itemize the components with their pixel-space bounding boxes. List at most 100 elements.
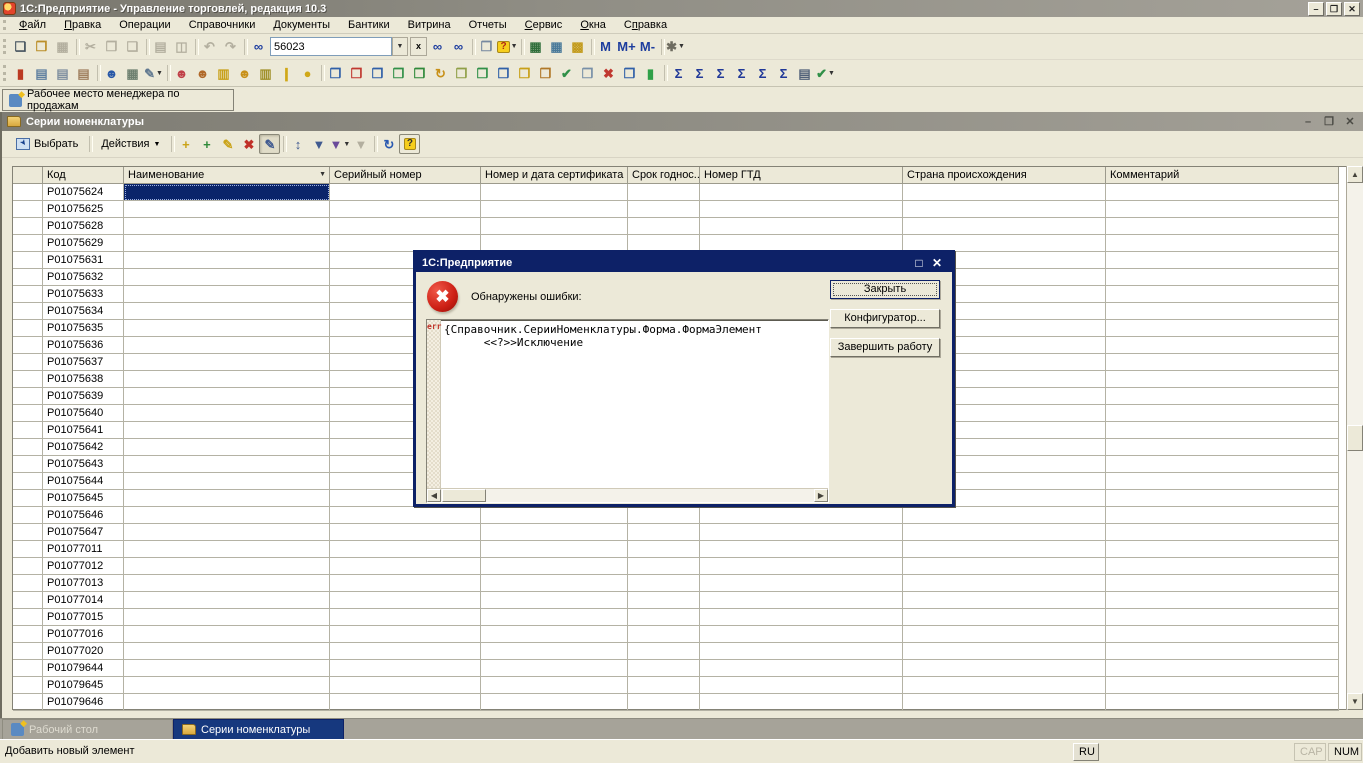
table-row[interactable]: P01077015 bbox=[13, 609, 1355, 626]
empty-cell[interactable] bbox=[330, 677, 481, 694]
menu-справка[interactable]: Справка bbox=[615, 17, 676, 33]
empty-cell[interactable] bbox=[1106, 626, 1339, 643]
code-cell[interactable]: P01075636 bbox=[43, 337, 124, 354]
code-cell[interactable]: P01075625 bbox=[43, 201, 124, 218]
empty-cell[interactable] bbox=[124, 303, 330, 320]
empty-cell[interactable] bbox=[628, 694, 700, 711]
coins-icon[interactable]: ● bbox=[297, 63, 318, 83]
empty-cell[interactable] bbox=[124, 337, 330, 354]
code-cell[interactable]: P01075646 bbox=[43, 507, 124, 524]
empty-cell[interactable] bbox=[330, 575, 481, 592]
item-dash-icon[interactable] bbox=[13, 405, 43, 422]
empty-cell[interactable] bbox=[903, 575, 1106, 592]
minimize-button[interactable]: – bbox=[1308, 1, 1324, 16]
empty-cell[interactable] bbox=[481, 609, 628, 626]
empty-cell[interactable] bbox=[903, 660, 1106, 677]
empty-cell[interactable] bbox=[124, 575, 330, 592]
code-cell[interactable]: P01075631 bbox=[43, 252, 124, 269]
empty-cell[interactable] bbox=[124, 592, 330, 609]
filter-settings-icon[interactable]: ▼ ▼ bbox=[329, 134, 351, 154]
memory-m-icon[interactable]: M bbox=[595, 37, 616, 57]
empty-cell[interactable] bbox=[330, 592, 481, 609]
error-text[interactable]: {Справочник.СерииНоменклатуры.Форма.Форм… bbox=[441, 320, 828, 488]
bank-coins-icon[interactable]: ▥ bbox=[255, 63, 276, 83]
item-dash-icon[interactable] bbox=[13, 626, 43, 643]
empty-cell[interactable] bbox=[700, 660, 903, 677]
empty-cell[interactable] bbox=[1106, 388, 1339, 405]
doc-add-icon[interactable]: ❒ bbox=[514, 63, 535, 83]
empty-cell[interactable] bbox=[124, 541, 330, 558]
filter-by-value-icon[interactable]: ▼ bbox=[308, 134, 329, 154]
empty-cell[interactable] bbox=[903, 184, 1106, 201]
empty-cell[interactable] bbox=[330, 541, 481, 558]
invoice-out-icon[interactable]: ❒ bbox=[346, 63, 367, 83]
item-dash-icon[interactable] bbox=[13, 558, 43, 575]
save-icon[interactable]: ▦ bbox=[52, 37, 73, 57]
window-tab-desktop[interactable]: Рабочий стол bbox=[2, 718, 173, 739]
code-cell[interactable]: P01075644 bbox=[43, 473, 124, 490]
dialog-button-close[interactable]: Закрыть bbox=[830, 280, 940, 299]
empty-cell[interactable] bbox=[124, 524, 330, 541]
item-dash-icon[interactable] bbox=[13, 252, 43, 269]
empty-cell[interactable] bbox=[330, 507, 481, 524]
menu-правка[interactable]: Правка bbox=[55, 17, 110, 33]
find-next-icon[interactable]: ∞ bbox=[427, 37, 448, 57]
print-preview-icon[interactable]: ◫ bbox=[171, 37, 192, 57]
table-row[interactable]: P01075647 bbox=[13, 524, 1355, 541]
empty-cell[interactable] bbox=[481, 201, 628, 218]
doc-cancel-icon[interactable]: ✖ bbox=[598, 63, 619, 83]
edit-item-icon[interactable]: ✎ bbox=[217, 134, 238, 154]
code-cell[interactable]: P01077012 bbox=[43, 558, 124, 575]
empty-cell[interactable] bbox=[124, 235, 330, 252]
close-button[interactable]: ✕ bbox=[1344, 1, 1360, 16]
empty-cell[interactable] bbox=[124, 507, 330, 524]
empty-cell[interactable] bbox=[124, 456, 330, 473]
item-dash-icon[interactable] bbox=[13, 609, 43, 626]
tab-sales-manager-workplace[interactable]: Рабочее место менеджера по продажам bbox=[2, 88, 234, 112]
empty-cell[interactable] bbox=[700, 218, 903, 235]
empty-cell[interactable] bbox=[124, 388, 330, 405]
print-icon[interactable]: ▤ bbox=[150, 37, 171, 57]
item-dash-icon[interactable] bbox=[13, 456, 43, 473]
empty-cell[interactable] bbox=[481, 524, 628, 541]
item-dash-icon[interactable] bbox=[13, 337, 43, 354]
empty-cell[interactable] bbox=[330, 643, 481, 660]
empty-cell[interactable] bbox=[700, 524, 903, 541]
code-cell[interactable]: P01075645 bbox=[43, 490, 124, 507]
language-indicator[interactable]: RU bbox=[1073, 742, 1099, 761]
empty-cell[interactable] bbox=[330, 524, 481, 541]
dialog-button-terminate[interactable]: Завершить работу bbox=[830, 338, 940, 357]
lock-icon[interactable]: ▩ bbox=[567, 37, 588, 57]
empty-cell[interactable] bbox=[124, 320, 330, 337]
empty-cell[interactable] bbox=[700, 184, 903, 201]
report-money-icon[interactable]: Σ bbox=[773, 63, 794, 83]
receipt-return-icon[interactable]: ❒ bbox=[409, 63, 430, 83]
column-header[interactable]: Серийный номер bbox=[330, 167, 481, 184]
empty-cell[interactable] bbox=[1106, 201, 1339, 218]
order-customer-icon[interactable]: ❒ bbox=[325, 63, 346, 83]
report-flag-icon[interactable]: Σ bbox=[731, 63, 752, 83]
empty-cell[interactable] bbox=[1106, 456, 1339, 473]
item-dash-icon[interactable] bbox=[13, 643, 43, 660]
empty-cell[interactable] bbox=[330, 660, 481, 677]
doc-person-icon[interactable]: ❒ bbox=[619, 63, 640, 83]
menu-файл[interactable]: Файл bbox=[10, 17, 55, 33]
code-cell[interactable]: P01077015 bbox=[43, 609, 124, 626]
empty-cell[interactable] bbox=[903, 592, 1106, 609]
empty-cell[interactable] bbox=[124, 371, 330, 388]
empty-cell[interactable] bbox=[481, 218, 628, 235]
code-cell[interactable]: P01075643 bbox=[43, 456, 124, 473]
empty-cell[interactable] bbox=[124, 218, 330, 235]
customer-icon[interactable]: ☻ bbox=[171, 63, 192, 83]
menu-отчеты[interactable]: Отчеты bbox=[460, 17, 516, 33]
calculator-icon[interactable]: ▦ bbox=[525, 37, 546, 57]
doc-coins-icon[interactable]: ❒ bbox=[577, 63, 598, 83]
menu-документы[interactable]: Документы bbox=[264, 17, 339, 33]
empty-cell[interactable] bbox=[1106, 490, 1339, 507]
code-cell[interactable]: P01079646 bbox=[43, 694, 124, 711]
doc-refresh-icon[interactable]: ❒ bbox=[493, 63, 514, 83]
empty-cell[interactable] bbox=[1106, 218, 1339, 235]
code-cell[interactable]: P01075634 bbox=[43, 303, 124, 320]
code-cell[interactable]: P01075640 bbox=[43, 405, 124, 422]
empty-cell[interactable] bbox=[628, 541, 700, 558]
